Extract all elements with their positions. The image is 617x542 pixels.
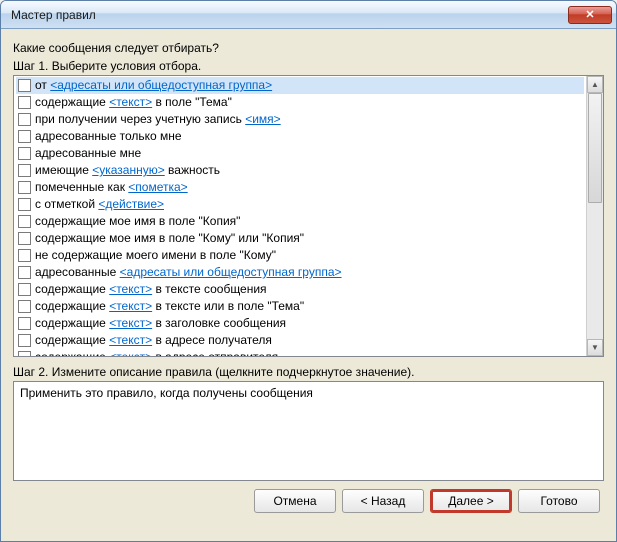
finish-button[interactable]: Готово [518, 489, 600, 513]
close-button[interactable]: ✕ [568, 6, 612, 24]
condition-label: адресованные мне [35, 145, 141, 162]
condition-row[interactable]: содержащие <текст> в тексте или в поле "… [16, 298, 584, 315]
condition-row[interactable]: содержащие <текст> в заголовке сообщения [16, 315, 584, 332]
condition-checkbox[interactable] [18, 215, 31, 228]
condition-placeholder-link[interactable]: <текст> [109, 299, 152, 313]
condition-row[interactable]: при получении через учетную запись <имя> [16, 111, 584, 128]
scrollbar: ▲ ▼ [586, 76, 603, 356]
condition-label: содержащие мое имя в поле "Кому" или "Ко… [35, 230, 304, 247]
back-button[interactable]: < Назад [342, 489, 424, 513]
condition-placeholder-link[interactable]: <имя> [245, 112, 280, 126]
step1-label: Шаг 1. Выберите условия отбора. [13, 59, 604, 73]
condition-checkbox[interactable] [18, 334, 31, 347]
rules-wizard-dialog: Мастер правил ✕ Какие сообщения следует … [0, 0, 617, 542]
condition-row[interactable]: имеющие <указанную> важность [16, 162, 584, 179]
condition-placeholder-link[interactable]: <адресаты или общедоступная группа> [120, 265, 342, 279]
prompt-text: Какие сообщения следует отбирать? [13, 41, 604, 55]
condition-row[interactable]: с отметкой <действие> [16, 196, 584, 213]
condition-checkbox[interactable] [18, 283, 31, 296]
condition-row[interactable]: содержащие <текст> в адресе получателя [16, 332, 584, 349]
rule-description-text: Применить это правило, когда получены со… [20, 386, 313, 400]
condition-label: от <адресаты или общедоступная группа> [35, 77, 272, 94]
titlebar: Мастер правил ✕ [1, 1, 616, 29]
step2-label: Шаг 2. Измените описание правила (щелкни… [13, 365, 604, 379]
dialog-content: Какие сообщения следует отбирать? Шаг 1.… [1, 29, 616, 541]
scroll-down-button[interactable]: ▼ [587, 339, 603, 356]
condition-row[interactable]: содержащие <текст> в тексте сообщения [16, 281, 584, 298]
rule-description-box[interactable]: Применить это правило, когда получены со… [13, 381, 604, 481]
condition-label: содержащие <текст> в поле "Тема" [35, 94, 232, 111]
condition-label: содержащие мое имя в поле "Копия" [35, 213, 240, 230]
condition-checkbox[interactable] [18, 96, 31, 109]
close-icon: ✕ [585, 8, 594, 21]
window-title: Мастер правил [11, 8, 96, 22]
condition-row[interactable]: содержащие <текст> в поле "Тема" [16, 94, 584, 111]
condition-checkbox[interactable] [18, 232, 31, 245]
condition-label: содержащие <текст> в заголовке сообщения [35, 315, 286, 332]
condition-row[interactable]: содержащие мое имя в поле "Кому" или "Ко… [16, 230, 584, 247]
conditions-list[interactable]: от <адресаты или общедоступная группа>со… [14, 76, 586, 356]
condition-row[interactable]: адресованные только мне [16, 128, 584, 145]
condition-placeholder-link[interactable]: <текст> [109, 316, 152, 330]
condition-row[interactable]: адресованные мне [16, 145, 584, 162]
condition-label: адресованные только мне [35, 128, 182, 145]
condition-label: адресованные <адресаты или общедоступная… [35, 264, 342, 281]
scroll-up-button[interactable]: ▲ [587, 76, 603, 93]
condition-checkbox[interactable] [18, 266, 31, 279]
condition-label: с отметкой <действие> [35, 196, 164, 213]
condition-label: содержащие <текст> в тексте сообщения [35, 281, 267, 298]
condition-label: при получении через учетную запись <имя> [35, 111, 281, 128]
condition-label: содержащие <текст> в тексте или в поле "… [35, 298, 304, 315]
condition-placeholder-link[interactable]: <текст> [109, 350, 152, 356]
condition-label: содержащие <текст> в адресе отправителя [35, 349, 278, 356]
condition-label: не содержащие моего имени в поле "Кому" [35, 247, 276, 264]
condition-checkbox[interactable] [18, 300, 31, 313]
condition-placeholder-link[interactable]: <адресаты или общедоступная группа> [50, 78, 272, 92]
condition-row[interactable]: от <адресаты или общедоступная группа> [16, 77, 584, 94]
condition-label: имеющие <указанную> важность [35, 162, 220, 179]
condition-checkbox[interactable] [18, 351, 31, 356]
condition-checkbox[interactable] [18, 164, 31, 177]
conditions-listbox: от <адресаты или общедоступная группа>со… [13, 75, 604, 357]
condition-label: помеченные как <пометка> [35, 179, 188, 196]
button-bar: Отмена < Назад Далее > Готово [13, 481, 604, 517]
condition-checkbox[interactable] [18, 317, 31, 330]
condition-placeholder-link[interactable]: <текст> [109, 95, 152, 109]
condition-checkbox[interactable] [18, 130, 31, 143]
condition-placeholder-link[interactable]: <текст> [109, 282, 152, 296]
condition-checkbox[interactable] [18, 249, 31, 262]
condition-label: содержащие <текст> в адресе получателя [35, 332, 272, 349]
condition-checkbox[interactable] [18, 198, 31, 211]
condition-placeholder-link[interactable]: <указанную> [92, 163, 165, 177]
condition-row[interactable]: адресованные <адресаты или общедоступная… [16, 264, 584, 281]
next-button[interactable]: Далее > [430, 489, 512, 513]
condition-placeholder-link[interactable]: <пометка> [128, 180, 187, 194]
condition-checkbox[interactable] [18, 147, 31, 160]
condition-placeholder-link[interactable]: <действие> [98, 197, 164, 211]
condition-checkbox[interactable] [18, 181, 31, 194]
condition-row[interactable]: помеченные как <пометка> [16, 179, 584, 196]
cancel-button[interactable]: Отмена [254, 489, 336, 513]
condition-row[interactable]: не содержащие моего имени в поле "Кому" [16, 247, 584, 264]
condition-checkbox[interactable] [18, 113, 31, 126]
condition-placeholder-link[interactable]: <текст> [109, 333, 152, 347]
condition-row[interactable]: содержащие <текст> в адресе отправителя [16, 349, 584, 356]
scroll-thumb[interactable] [588, 93, 602, 203]
condition-row[interactable]: содержащие мое имя в поле "Копия" [16, 213, 584, 230]
condition-checkbox[interactable] [18, 79, 31, 92]
